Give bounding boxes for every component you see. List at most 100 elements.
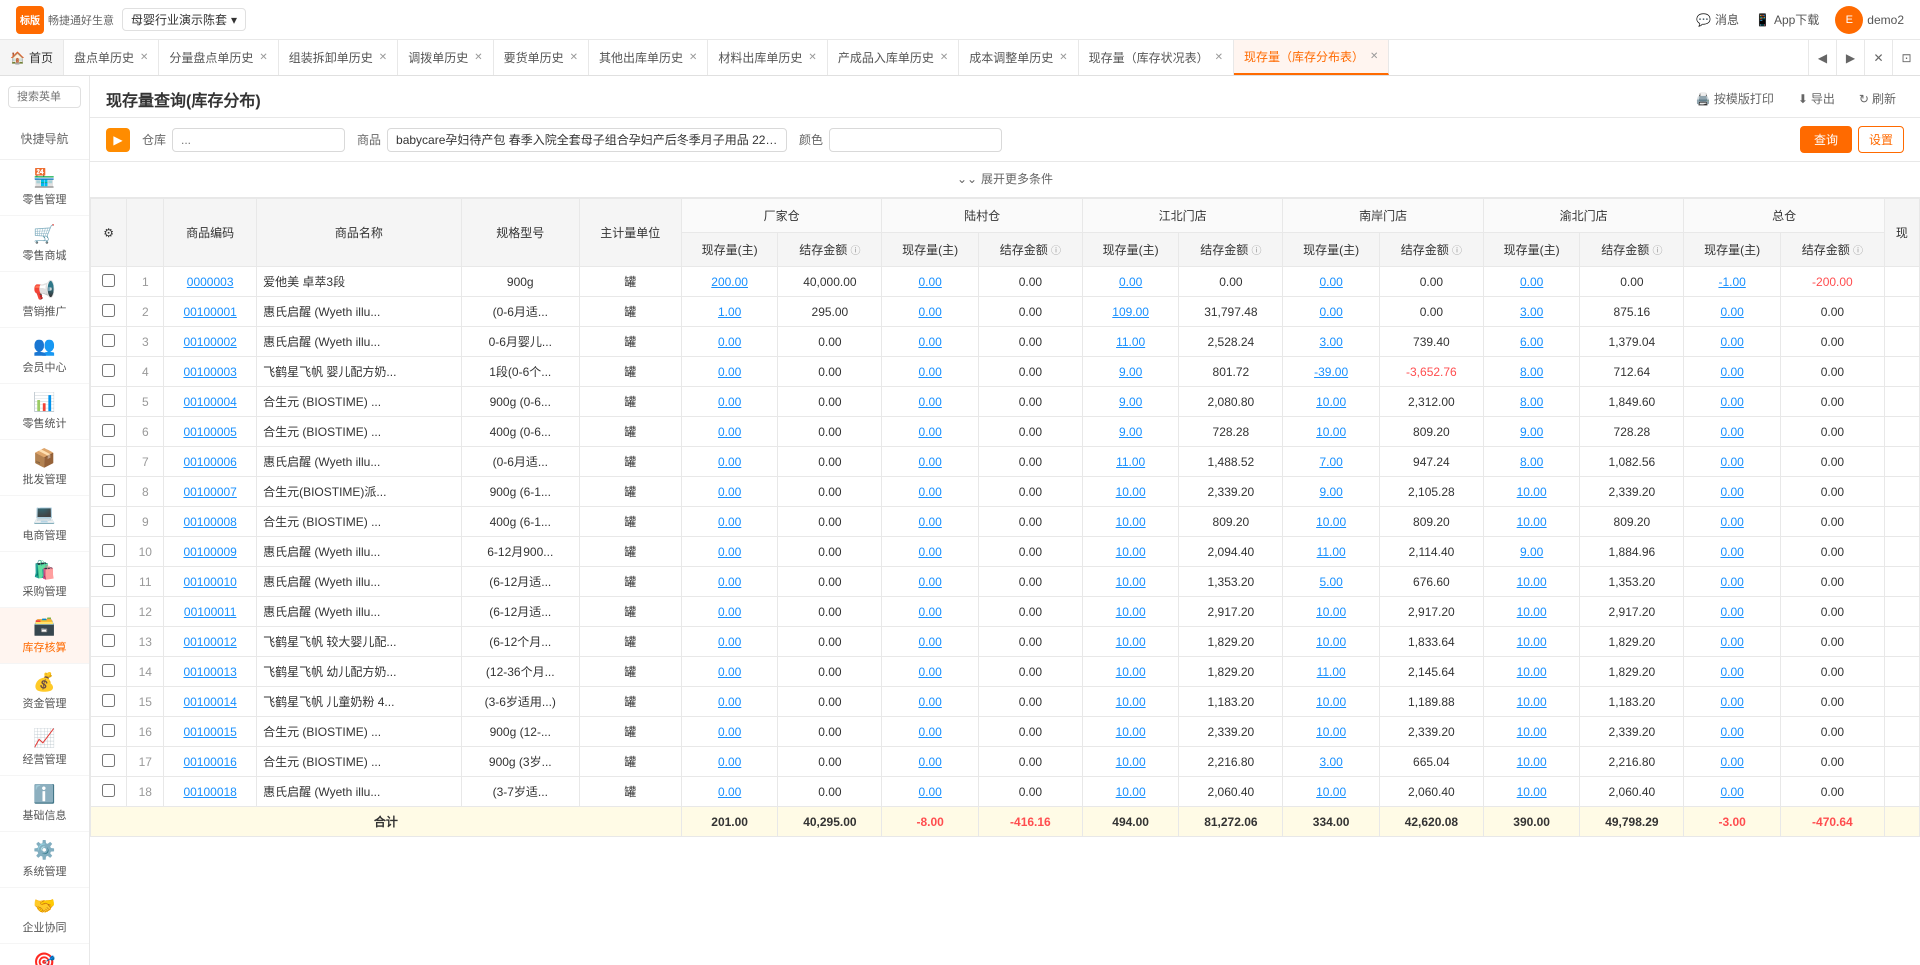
td-code[interactable]: 00100004 bbox=[164, 387, 257, 417]
td-total-qty[interactable]: 0.00 bbox=[1684, 507, 1781, 537]
tab-zutai-close[interactable]: ✕ bbox=[379, 52, 387, 63]
td-namd-qty[interactable]: -39.00 bbox=[1283, 357, 1380, 387]
tab-chanpinru-close[interactable]: ✕ bbox=[940, 52, 948, 63]
td-cgc-qty[interactable]: 0.00 bbox=[681, 327, 778, 357]
sidebar-item-retail-mgmt[interactable]: 🏪 零售管理 bbox=[0, 160, 89, 216]
td-jbmd-qty[interactable]: 9.00 bbox=[1082, 387, 1179, 417]
row-checkbox[interactable] bbox=[102, 544, 115, 557]
td-yubmd-qty[interactable]: 3.00 bbox=[1483, 297, 1580, 327]
td-code[interactable]: 00100014 bbox=[164, 687, 257, 717]
td-checkbox[interactable] bbox=[91, 657, 127, 687]
td-cgc-qty[interactable]: 0.00 bbox=[681, 567, 778, 597]
td-lcc-qty[interactable]: 0.00 bbox=[882, 507, 979, 537]
row-checkbox[interactable] bbox=[102, 334, 115, 347]
tab-cailiaochu[interactable]: 材料出库单历史 ✕ bbox=[708, 40, 827, 75]
td-checkbox[interactable] bbox=[91, 387, 127, 417]
td-cgc-qty[interactable]: 0.00 bbox=[681, 507, 778, 537]
td-yubmd-qty[interactable]: 9.00 bbox=[1483, 417, 1580, 447]
sidebar-item-purchase[interactable]: 🛍️ 采购管理 bbox=[0, 552, 89, 608]
td-namd-qty[interactable]: 3.00 bbox=[1283, 327, 1380, 357]
td-jbmd-qty[interactable]: 0.00 bbox=[1082, 267, 1179, 297]
tab-qitachu[interactable]: 其他出库单历史 ✕ bbox=[589, 40, 708, 75]
td-jbmd-qty[interactable]: 109.00 bbox=[1082, 297, 1179, 327]
td-total-qty[interactable]: 0.00 bbox=[1684, 477, 1781, 507]
td-lcc-qty[interactable]: 0.00 bbox=[882, 327, 979, 357]
td-lcc-qty[interactable]: 0.00 bbox=[882, 267, 979, 297]
td-code[interactable]: 00100012 bbox=[164, 627, 257, 657]
td-checkbox[interactable] bbox=[91, 777, 127, 807]
td-lcc-qty[interactable]: 0.00 bbox=[882, 537, 979, 567]
td-namd-qty[interactable]: 10.00 bbox=[1283, 717, 1380, 747]
td-lcc-qty[interactable]: 0.00 bbox=[882, 627, 979, 657]
tab-menu-btn[interactable]: ⊡ bbox=[1892, 40, 1920, 76]
row-checkbox[interactable] bbox=[102, 454, 115, 467]
td-code[interactable]: 00100001 bbox=[164, 297, 257, 327]
td-cgc-qty[interactable]: 0.00 bbox=[681, 537, 778, 567]
td-checkbox[interactable] bbox=[91, 357, 127, 387]
td-checkbox[interactable] bbox=[91, 597, 127, 627]
td-total-qty[interactable]: 0.00 bbox=[1684, 387, 1781, 417]
sidebar-item-system[interactable]: ⚙️ 系统管理 bbox=[0, 832, 89, 888]
tab-chanpinru[interactable]: 产成品入库单历史 ✕ bbox=[828, 40, 959, 75]
goods-input[interactable] bbox=[387, 128, 787, 152]
td-jbmd-qty[interactable]: 10.00 bbox=[1082, 687, 1179, 717]
sidebar-item-inventory[interactable]: 🗃️ 库存核算 bbox=[0, 608, 89, 664]
td-checkbox[interactable] bbox=[91, 537, 127, 567]
td-cgc-qty[interactable]: 0.00 bbox=[681, 687, 778, 717]
td-total-qty[interactable]: -1.00 bbox=[1684, 267, 1781, 297]
tab-chenbenru[interactable]: 成本调整单历史 ✕ bbox=[959, 40, 1078, 75]
tab-fenpan[interactable]: 分量盘点单历史 ✕ bbox=[159, 40, 278, 75]
sidebar-item-basic[interactable]: ℹ️ 基础信息 bbox=[0, 776, 89, 832]
td-lcc-qty[interactable]: 0.00 bbox=[882, 717, 979, 747]
td-namd-qty[interactable]: 10.00 bbox=[1283, 627, 1380, 657]
export-btn[interactable]: ⬇ 导出 bbox=[1790, 86, 1843, 111]
td-yubmd-qty[interactable]: 10.00 bbox=[1483, 627, 1580, 657]
td-yubmd-qty[interactable]: 9.00 bbox=[1483, 537, 1580, 567]
row-checkbox[interactable] bbox=[102, 484, 115, 497]
td-yubmd-qty[interactable]: 10.00 bbox=[1483, 777, 1580, 807]
td-lcc-qty[interactable]: 0.00 bbox=[882, 357, 979, 387]
td-checkbox[interactable] bbox=[91, 417, 127, 447]
td-namd-qty[interactable]: 0.00 bbox=[1283, 297, 1380, 327]
td-checkbox[interactable] bbox=[91, 567, 127, 597]
tab-diaobbo[interactable]: 调拨单历史 ✕ bbox=[398, 40, 493, 75]
td-cgc-qty[interactable]: 0.00 bbox=[681, 627, 778, 657]
refresh-btn[interactable]: ↻ 刷新 bbox=[1851, 86, 1904, 111]
td-lcc-qty[interactable]: 0.00 bbox=[882, 387, 979, 417]
tab-xianzailiangbiao-close[interactable]: ✕ bbox=[1215, 52, 1223, 63]
search-button[interactable]: 查询 bbox=[1800, 126, 1852, 153]
tab-xianzailiangbiao[interactable]: 现存量（库存状况表） ✕ bbox=[1079, 40, 1234, 75]
td-total-qty[interactable]: 0.00 bbox=[1684, 747, 1781, 777]
td-cgc-qty[interactable]: 0.00 bbox=[681, 357, 778, 387]
td-jbmd-qty[interactable]: 9.00 bbox=[1082, 417, 1179, 447]
warehouse-input[interactable] bbox=[172, 128, 345, 152]
td-cgc-qty[interactable]: 0.00 bbox=[681, 747, 778, 777]
td-total-qty[interactable]: 0.00 bbox=[1684, 537, 1781, 567]
td-code[interactable]: 00100010 bbox=[164, 567, 257, 597]
td-yubmd-qty[interactable]: 10.00 bbox=[1483, 687, 1580, 717]
td-total-qty[interactable]: 0.00 bbox=[1684, 357, 1781, 387]
row-checkbox[interactable] bbox=[102, 754, 115, 767]
td-jbmd-qty[interactable]: 10.00 bbox=[1082, 777, 1179, 807]
td-total-qty[interactable]: 0.00 bbox=[1684, 447, 1781, 477]
sidebar-item-enterprise[interactable]: 🤝 企业协同 bbox=[0, 888, 89, 944]
td-lcc-qty[interactable]: 0.00 bbox=[882, 417, 979, 447]
td-namd-qty[interactable]: 10.00 bbox=[1283, 417, 1380, 447]
td-code[interactable]: 00100003 bbox=[164, 357, 257, 387]
td-jbmd-qty[interactable]: 11.00 bbox=[1082, 327, 1179, 357]
td-code[interactable]: 00100008 bbox=[164, 507, 257, 537]
td-checkbox[interactable] bbox=[91, 267, 127, 297]
tab-cailiaochu-close[interactable]: ✕ bbox=[808, 52, 816, 63]
td-checkbox[interactable] bbox=[91, 717, 127, 747]
user-menu[interactable]: E demo2 bbox=[1835, 6, 1904, 34]
td-code[interactable]: 00100011 bbox=[164, 597, 257, 627]
td-jbmd-qty[interactable]: 10.00 bbox=[1082, 537, 1179, 567]
td-checkbox[interactable] bbox=[91, 627, 127, 657]
td-lcc-qty[interactable]: 0.00 bbox=[882, 477, 979, 507]
td-lcc-qty[interactable]: 0.00 bbox=[882, 297, 979, 327]
td-checkbox[interactable] bbox=[91, 507, 127, 537]
td-total-qty[interactable]: 0.00 bbox=[1684, 417, 1781, 447]
td-namd-qty[interactable]: 10.00 bbox=[1283, 597, 1380, 627]
tab-xianzaifenbu[interactable]: 现存量（库存分布表） ✕ bbox=[1234, 40, 1389, 75]
td-yubmd-qty[interactable]: 8.00 bbox=[1483, 357, 1580, 387]
